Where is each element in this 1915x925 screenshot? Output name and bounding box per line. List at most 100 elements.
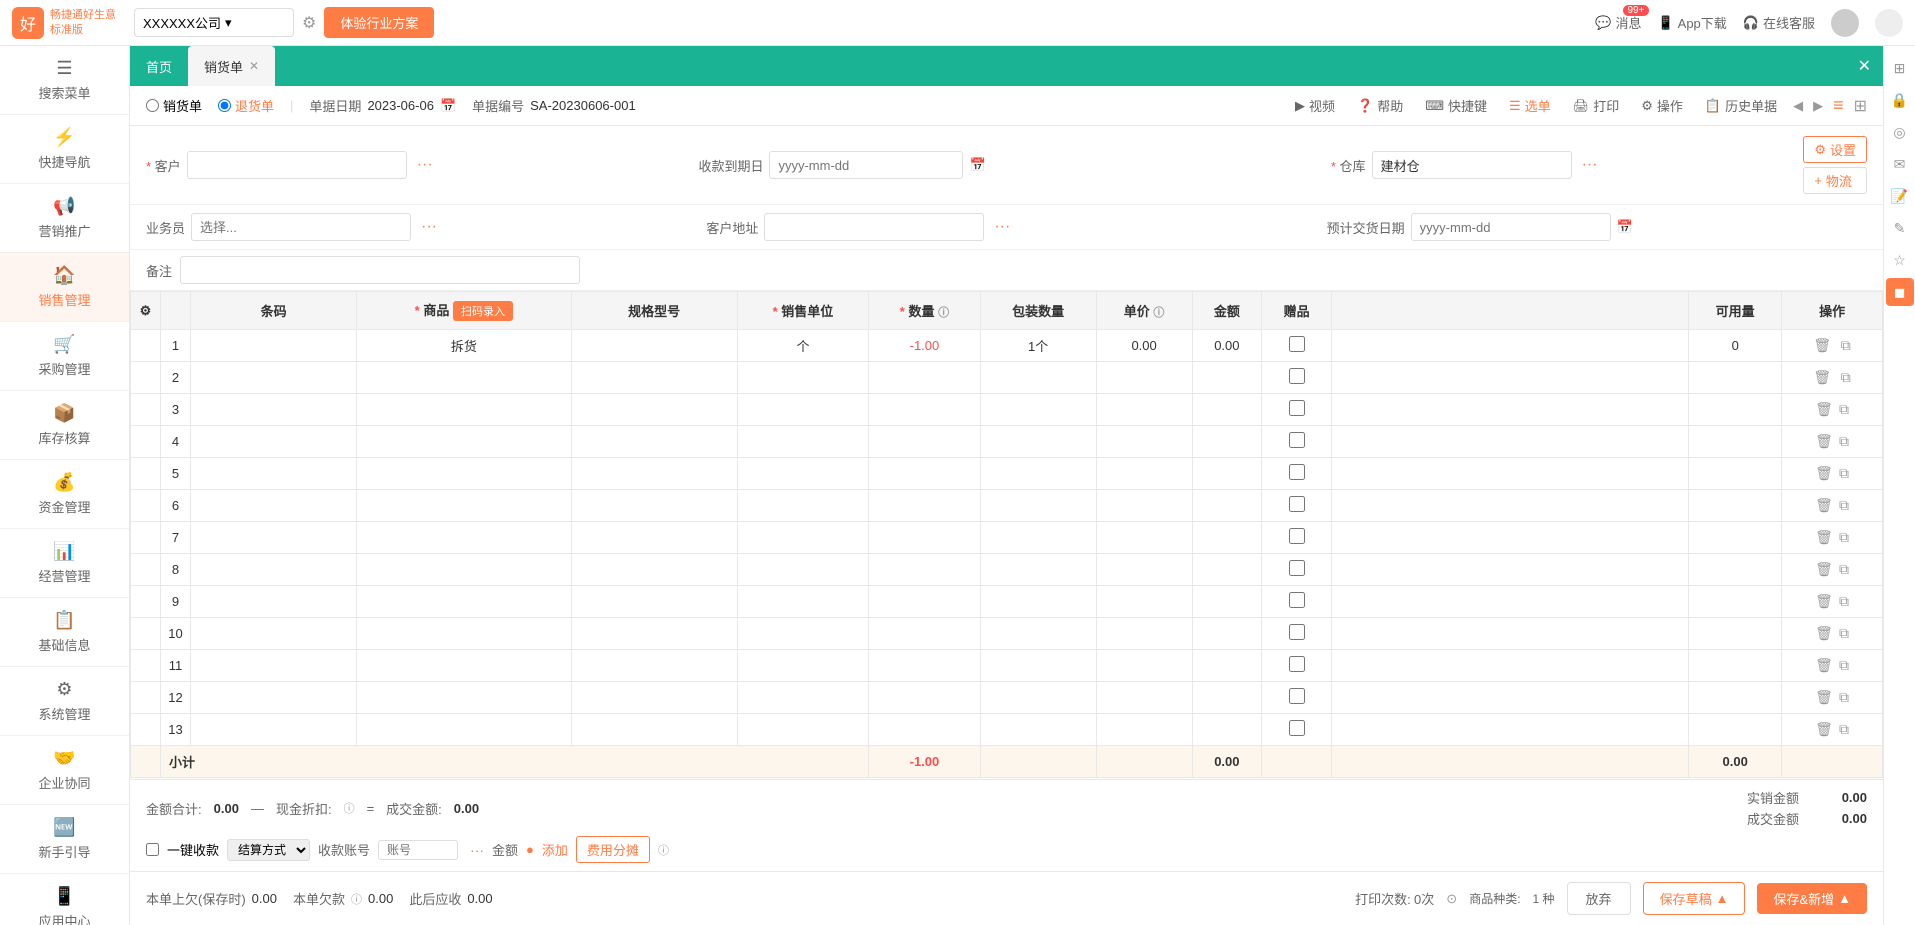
gift-checkbox-8[interactable]: [1289, 560, 1305, 576]
fee-split-button[interactable]: 费用分摊: [576, 836, 650, 863]
gift-checkbox-1[interactable]: [1289, 336, 1305, 352]
gift-checkbox-4[interactable]: [1289, 432, 1305, 448]
message-icon-area[interactable]: 💬 消息 99+: [1595, 13, 1641, 32]
td-unit-price[interactable]: 0.00: [1096, 330, 1192, 362]
copy-row-9[interactable]: ⧉: [1836, 593, 1852, 610]
avatar2[interactable]: [1875, 9, 1903, 37]
trial-button[interactable]: 体验行业方案: [324, 7, 434, 38]
notes-input[interactable]: [180, 256, 580, 284]
gift-checkbox-5[interactable]: [1289, 464, 1305, 480]
td-quantity[interactable]: -1.00: [869, 330, 980, 362]
operate-btn[interactable]: ⚙ 操作: [1635, 94, 1689, 117]
logistics-button[interactable]: + 物流: [1803, 167, 1867, 194]
th-settings[interactable]: ⚙: [131, 292, 161, 330]
address-dots[interactable]: ···: [994, 218, 1010, 236]
copy-row-2[interactable]: ⧉: [1838, 369, 1854, 386]
discard-button[interactable]: 放弃: [1567, 882, 1631, 915]
td-quantity[interactable]: [869, 362, 980, 394]
company-selector[interactable]: XXXXXX公司 ▾: [134, 8, 294, 37]
gift-checkbox-7[interactable]: [1289, 528, 1305, 544]
sidebar-item-marketing[interactable]: 📢 营销推广: [0, 184, 129, 253]
tab-close-icon[interactable]: ✕: [249, 59, 259, 73]
delete-row-9[interactable]: 🗑: [1812, 593, 1836, 610]
gift-checkbox-13[interactable]: [1289, 720, 1305, 736]
gift-checkbox-2[interactable]: [1289, 368, 1305, 384]
avatar[interactable]: [1831, 9, 1859, 37]
delete-row-6[interactable]: 🗑: [1812, 497, 1836, 514]
app-download-area[interactable]: 📱 App下载: [1657, 13, 1726, 32]
tab-home[interactable]: 首页: [130, 46, 188, 86]
copy-row-6[interactable]: ⧉: [1836, 497, 1852, 514]
salesperson-input[interactable]: [191, 213, 411, 241]
td-barcode[interactable]: [191, 330, 357, 362]
gift-checkbox-3[interactable]: [1289, 400, 1305, 416]
delete-row-4[interactable]: 🗑: [1812, 433, 1836, 450]
delete-row-3[interactable]: 🗑: [1812, 401, 1836, 418]
delete-row-12[interactable]: 🗑: [1812, 689, 1836, 706]
sidebar-item-app-center[interactable]: 📱 应用中心: [0, 874, 129, 925]
gear-icon[interactable]: ⚙: [302, 13, 316, 33]
account-dots[interactable]: ···: [470, 842, 484, 858]
print-btn[interactable]: 🖨 打印: [1567, 94, 1626, 117]
delete-row-7[interactable]: 🗑: [1812, 529, 1836, 546]
sidebar-item-operations[interactable]: 📊 经营管理: [0, 529, 129, 598]
customer-address-input[interactable]: [764, 213, 984, 241]
delete-row-8[interactable]: 🗑: [1812, 561, 1836, 578]
history-btn[interactable]: 📋 历史单据: [1699, 94, 1783, 117]
delete-row-10[interactable]: 🗑: [1812, 625, 1836, 642]
view-list-icon[interactable]: ≡: [1833, 95, 1844, 116]
sidebar-item-guide[interactable]: 🆕 新手引导: [0, 805, 129, 874]
add-icon[interactable]: ●: [526, 842, 534, 857]
one-click-payment-checkbox[interactable]: [146, 843, 159, 856]
td-spec[interactable]: [571, 330, 737, 362]
radio-sales-input[interactable]: [146, 99, 159, 112]
sidebar-item-system-mgmt[interactable]: ⚙ 系统管理: [0, 667, 129, 736]
delete-row-13[interactable]: 🗑: [1812, 721, 1836, 738]
copy-row-12[interactable]: ⧉: [1836, 689, 1852, 706]
warehouse-input[interactable]: 建材仓: [1372, 151, 1572, 179]
td-package-qty[interactable]: [980, 362, 1096, 394]
calendar-icon[interactable]: 📅: [440, 98, 456, 114]
copy-row-3[interactable]: ⧉: [1836, 401, 1852, 418]
sidebar-item-quick-nav[interactable]: ⚡ 快捷导航: [0, 115, 129, 184]
view-grid-icon[interactable]: ⊞: [1854, 96, 1867, 116]
warehouse-dots[interactable]: ···: [1582, 156, 1598, 174]
payment-method-select[interactable]: 结算方式: [227, 839, 310, 861]
copy-row-1[interactable]: ⧉: [1838, 337, 1854, 354]
spec-input-1[interactable]: [614, 338, 694, 353]
gift-checkbox-11[interactable]: [1289, 656, 1305, 672]
save-new-button[interactable]: 保存&新增 ▲: [1757, 883, 1867, 914]
copy-row-10[interactable]: ⧉: [1836, 625, 1852, 642]
sidebar-item-enterprise[interactable]: 🤝 企业协同: [0, 736, 129, 805]
td-product[interactable]: [357, 362, 571, 394]
sidebar-item-purchase-mgmt[interactable]: 🛒 采购管理: [0, 322, 129, 391]
delete-row-2[interactable]: 🗑: [1810, 369, 1834, 386]
payment-due-input[interactable]: [769, 151, 963, 179]
copy-row-13[interactable]: ⧉: [1836, 721, 1852, 738]
td-unit[interactable]: [737, 362, 869, 394]
right-panel-lock-icon[interactable]: 🔒: [1886, 86, 1914, 114]
scan-button[interactable]: 扫码录入: [453, 301, 513, 321]
right-panel-grid-icon[interactable]: ⊞: [1886, 54, 1914, 82]
td-barcode[interactable]: [191, 362, 357, 394]
nav-prev-icon[interactable]: ◀: [1793, 98, 1803, 114]
online-support-area[interactable]: 🎧 在线客服: [1743, 13, 1815, 32]
sidebar-item-sales-mgmt[interactable]: 🏠 销售管理: [0, 253, 129, 322]
add-label[interactable]: 添加: [542, 840, 568, 859]
calendar3-icon[interactable]: 📅: [1617, 219, 1633, 235]
right-panel-orange-icon[interactable]: ◼: [1886, 278, 1914, 306]
td-spec[interactable]: [571, 362, 737, 394]
copy-row-11[interactable]: ⧉: [1836, 657, 1852, 674]
shortcut-btn[interactable]: ⌨ 快捷键: [1419, 94, 1493, 117]
right-panel-doc-icon[interactable]: 📝: [1886, 182, 1914, 210]
copy-row-4[interactable]: ⧉: [1836, 433, 1852, 450]
radio-sales-order[interactable]: 销货单: [146, 96, 202, 115]
nav-next-icon[interactable]: ▶: [1813, 98, 1823, 114]
video-btn[interactable]: ▶ 视频: [1289, 94, 1341, 117]
expected-date-input[interactable]: [1411, 213, 1611, 241]
delete-row-11[interactable]: 🗑: [1812, 657, 1836, 674]
sidebar-item-search-order[interactable]: ☰ 搜索菜单: [0, 46, 129, 115]
copy-row-7[interactable]: ⧉: [1836, 529, 1852, 546]
gift-checkbox-12[interactable]: [1289, 688, 1305, 704]
sidebar-item-basic-info[interactable]: 📋 基础信息: [0, 598, 129, 667]
